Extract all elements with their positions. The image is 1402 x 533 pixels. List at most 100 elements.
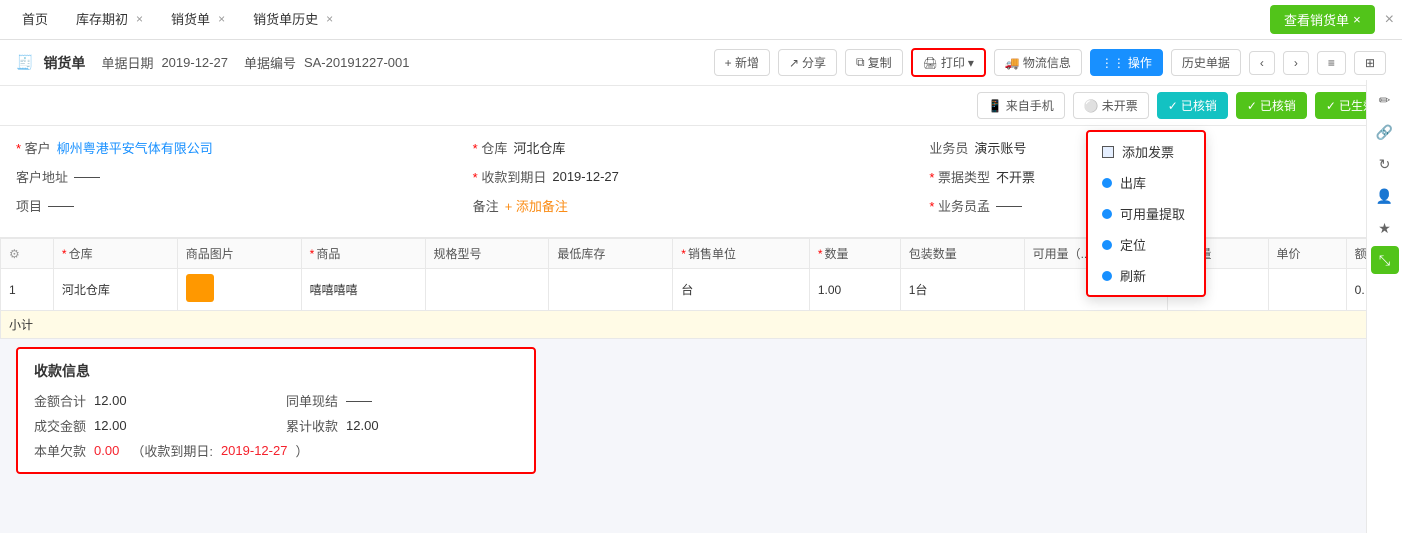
next-btn[interactable]: › [1283,51,1309,75]
share-label: 分享 [802,54,826,71]
address-value: —— [74,169,100,184]
dropdown-menu: 添加发票 出库 可用量提取 定位 刷新 [1086,130,1206,297]
add-invoice-label: 添加发票 [1122,142,1174,161]
doc-icon: 🧾 [16,54,33,71]
logistics-label: 物流信息 [1023,54,1071,71]
due-amount-label: 本单欠款 [34,441,86,460]
date-label: 单据日期 2019-12-27 [101,53,228,72]
warehouse-field: 仓库 河北仓库 [473,138,930,157]
deal-amount-label: 成交金额 [34,416,86,435]
doc-header-right: + 新增 ↗ 分享 ⧉ 复制 🖨 打印 ▾ 🚚 物流信息 [714,48,1386,77]
customer-label: 客户 [16,138,51,157]
tab-sales-label: 销货单 [171,9,210,28]
cancel-icon: ✓ [1247,99,1257,113]
refresh-label: 刷新 [1120,266,1146,285]
operation-btn[interactable]: ⋮⋮ 操作 [1090,49,1163,76]
tab-sales-history-close[interactable]: × [326,12,333,26]
settings-icon[interactable]: ⚙ [9,247,20,261]
cell-sale-unit: 台 [673,269,810,311]
remark-field: 备注 + 添加备注 [473,196,930,215]
add-remark-btn[interactable]: + 添加备注 [505,196,568,215]
available-qty-label: 可用量提取 [1120,204,1185,223]
print-btn[interactable]: 🖨 打印 ▾ [911,48,986,77]
payment-date-label: 收款到期日 [473,167,547,186]
tab-inventory-label: 库存期初 [76,9,128,28]
due-date-suffix: ） [295,441,308,460]
tab-inventory[interactable]: 库存期初 × [62,0,157,40]
logistics-btn[interactable]: 🚚 物流信息 [994,49,1082,76]
history-label: 历史单据 [1182,54,1230,71]
same-order-value: —— [346,393,372,408]
col-settings[interactable]: ⚙ [1,239,54,269]
out-stock-label: 出库 [1120,173,1146,192]
copy-label: 复制 [868,54,892,71]
payment-title: 收款信息 [34,361,518,381]
cell-pack-qty: 1台 [900,269,1024,311]
salesperson-value: 演示账号 [974,138,1026,157]
customer-value[interactable]: 柳州粤港平安气体有限公司 [57,138,213,157]
tab-bar: 首页 库存期初 × 销货单 × 销货单历史 × 查看销货单 × × [0,0,1402,40]
not-open-btn[interactable]: ⚪ 未开票 [1073,92,1149,119]
cell-unit-price [1268,269,1346,311]
copy-btn[interactable]: ⧉ 复制 [845,49,903,76]
confirm-btn[interactable]: ✓ 已核销 [1157,92,1228,119]
tab-inventory-close[interactable]: × [136,12,143,26]
cancel-btn[interactable]: ✓ 已核销 [1236,92,1307,119]
menu-add-invoice[interactable]: 添加发票 [1088,136,1204,167]
prev-btn[interactable]: ‹ [1249,51,1275,75]
project-field: 项目 —— [16,196,473,215]
product-img-thumb [186,274,214,302]
col-quantity: *数量 [809,239,900,269]
not-open-icon: ⚪ [1084,99,1099,113]
subtotal-label: 小计 [1,311,1402,339]
operation-label: 操作 [1128,54,1152,71]
from-phone-btn[interactable]: 📱 来自手机 [977,92,1065,119]
sidebar-expand-icon[interactable]: ⤡ [1371,246,1399,274]
menu-refresh[interactable]: 刷新 [1088,260,1204,291]
menu-out-stock[interactable]: 出库 [1088,167,1204,198]
tab-sales-close[interactable]: × [218,12,225,26]
cell-product: 嘻嘻嘻嘻 [301,269,425,311]
right-sidebar: ✏ 🔗 ↻ 👤 ★ ⤡ [1366,80,1402,533]
view-sales-label: 查看销货单 [1284,10,1349,29]
col-sale-unit: *销售单位 [673,239,810,269]
new-btn-label: + 新增 [725,54,759,71]
sidebar-star-icon[interactable]: ★ [1371,214,1399,242]
cell-quantity: 1.00 [809,269,900,311]
menu-locate[interactable]: 定位 [1088,229,1204,260]
sidebar-edit-icon[interactable]: ✏ [1371,86,1399,114]
share-btn[interactable]: ↗ 分享 [778,49,837,76]
sidebar-user-icon[interactable]: 👤 [1371,182,1399,210]
col-spec: 规格型号 [425,239,549,269]
tab-sales[interactable]: 销货单 × [157,0,239,40]
view-sales-close[interactable]: × [1353,12,1361,27]
address-field: 客户地址 —— [16,167,473,186]
new-btn[interactable]: + 新增 [714,49,770,76]
grid-view-btn[interactable]: ⊞ [1354,51,1386,75]
list-view-btn[interactable]: ≡ [1317,51,1346,75]
tab-sales-history[interactable]: 销货单历史 × [239,0,347,40]
main-area: 🧾 销货单 单据日期 2019-12-27 单据编号 SA-20191227-0… [0,40,1402,533]
customer-field: 客户 柳州粤港平安气体有限公司 [16,138,473,157]
total-receipt-value: 12.00 [346,418,379,433]
salesperson2-value: —— [996,198,1022,213]
view-sales-btn[interactable]: 查看销货单 × [1270,5,1375,34]
amount-label: 金额合计 [34,391,86,410]
doc-header: 🧾 销货单 单据日期 2019-12-27 单据编号 SA-20191227-0… [0,40,1402,86]
col-product: *商品 [301,239,425,269]
menu-available-qty[interactable]: 可用量提取 [1088,198,1204,229]
cell-warehouse: 河北仓库 [53,269,177,311]
confirm-label: 已核销 [1181,97,1217,114]
cell-no: 1 [1,269,54,311]
due-date-value: 2019-12-27 [221,443,288,458]
sidebar-refresh-icon[interactable]: ↻ [1371,150,1399,178]
tab-home[interactable]: 首页 [8,0,62,40]
history-btn[interactable]: 历史单据 [1171,49,1241,76]
ticket-type-value: 不开票 [996,167,1035,186]
window-close-btn[interactable]: × [1385,11,1394,29]
sidebar-link-icon[interactable]: 🔗 [1371,118,1399,146]
available-qty-icon [1102,209,1112,219]
salesperson2-label: 业务员孟 [929,196,990,215]
locate-icon [1102,240,1112,250]
cancel-label: 已核销 [1260,97,1296,114]
